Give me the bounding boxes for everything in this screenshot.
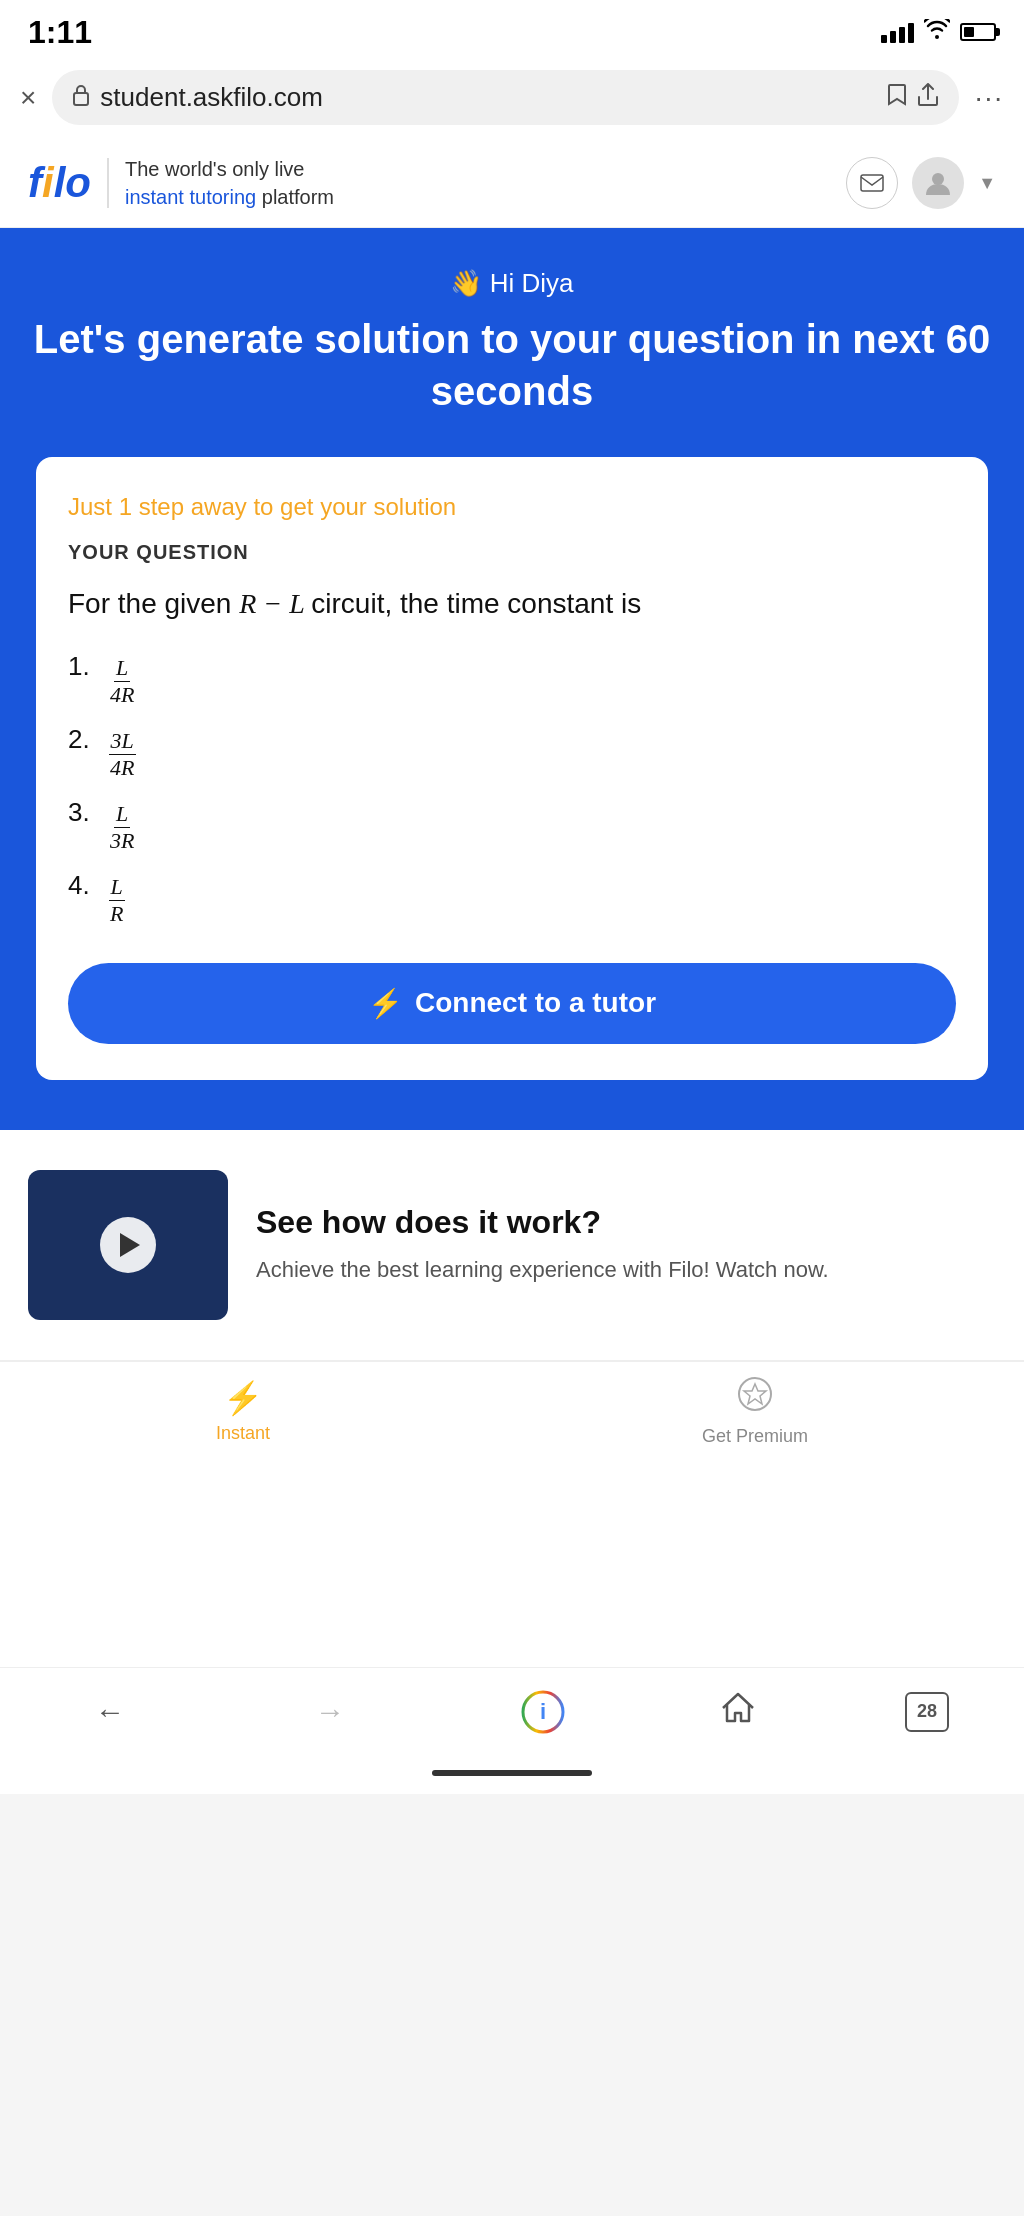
bolt-nav-icon: ⚡ [223, 1379, 263, 1417]
hero-title: Let's generate solution to your question… [28, 313, 996, 417]
question-label: YOUR QUESTION [68, 541, 956, 564]
connect-to-tutor-button[interactable]: ⚡ Connect to a tutor [68, 963, 956, 1044]
lock-icon [72, 84, 90, 111]
browser-bottom-bar: ← → i 28 [0, 1667, 1024, 1760]
how-content: See how does it work? Achieve the best l… [256, 1204, 829, 1286]
back-button[interactable]: ← [75, 1687, 145, 1737]
filo-divider [107, 158, 109, 208]
svg-marker-4 [744, 1384, 766, 1404]
google-info-button[interactable]: i [515, 1684, 571, 1740]
video-thumbnail[interactable] [28, 1170, 228, 1320]
question-card: Just 1 step away to get your solution YO… [36, 457, 988, 1080]
more-options-icon[interactable]: ··· [975, 82, 1004, 114]
list-item: 4. L R [68, 870, 956, 927]
filo-logo: filo [28, 159, 91, 207]
home-bar [432, 1770, 592, 1776]
filo-header: filo The world's only live instant tutor… [0, 139, 1024, 228]
options-list: 1. L 4R 2. 3L 4R 3. L 3R [68, 651, 956, 927]
play-triangle-icon [120, 1233, 140, 1257]
user-avatar[interactable] [912, 157, 964, 209]
hero-section: 👋 Hi Diya Let's generate solution to you… [0, 228, 1024, 1130]
how-desc: Achieve the best learning experience wit… [256, 1253, 829, 1286]
list-item: 1. L 4R [68, 651, 956, 708]
home-button[interactable] [721, 1692, 755, 1731]
tabs-button[interactable]: 28 [905, 1692, 949, 1732]
browser-close-button[interactable]: × [20, 82, 36, 114]
svg-rect-1 [861, 175, 883, 191]
url-bar[interactable]: student.askfilo.com [52, 70, 958, 125]
nav-item-premium[interactable]: Get Premium [702, 1376, 808, 1447]
premium-nav-icon [737, 1376, 773, 1420]
browser-bar: × student.askfilo.com ··· [0, 60, 1024, 139]
url-text: student.askfilo.com [100, 82, 876, 113]
hero-greeting: 👋 Hi Diya [28, 268, 996, 299]
battery-icon [960, 23, 996, 41]
header-actions: ▼ [846, 157, 996, 209]
nav-item-instant[interactable]: ⚡ Instant [216, 1379, 270, 1444]
list-item: 3. L 3R [68, 797, 956, 854]
wifi-icon [924, 19, 950, 45]
how-title: See how does it work? [256, 1204, 829, 1241]
status-time: 1:11 [28, 14, 92, 51]
dropdown-arrow-icon[interactable]: ▼ [978, 173, 996, 194]
bookmark-icon[interactable] [887, 83, 907, 113]
bottom-nav: ⚡ Instant Get Premium [0, 1361, 1024, 1467]
how-it-works-section: See how does it work? Achieve the best l… [0, 1130, 1024, 1361]
nav-label-instant: Instant [216, 1423, 270, 1444]
step-label: Just 1 step away to get your solution [68, 493, 956, 521]
question-text: For the given R − L circuit, the time co… [68, 582, 956, 627]
signal-bars-icon [881, 21, 914, 43]
status-icons [881, 19, 996, 45]
list-item: 2. 3L 4R [68, 724, 956, 781]
nav-label-premium: Get Premium [702, 1426, 808, 1447]
filo-tagline: The world's only live instant tutoring p… [125, 155, 334, 211]
forward-button[interactable]: → [295, 1687, 365, 1737]
svg-rect-0 [74, 93, 88, 105]
mail-button[interactable] [846, 157, 898, 209]
share-icon[interactable] [917, 83, 939, 113]
play-button[interactable] [100, 1217, 156, 1273]
home-indicator [0, 1760, 1024, 1794]
svg-text:i: i [540, 1699, 546, 1724]
status-bar: 1:11 [0, 0, 1024, 60]
svg-point-2 [932, 173, 944, 185]
spacer [0, 1467, 1024, 1667]
bolt-icon: ⚡ [368, 987, 403, 1020]
